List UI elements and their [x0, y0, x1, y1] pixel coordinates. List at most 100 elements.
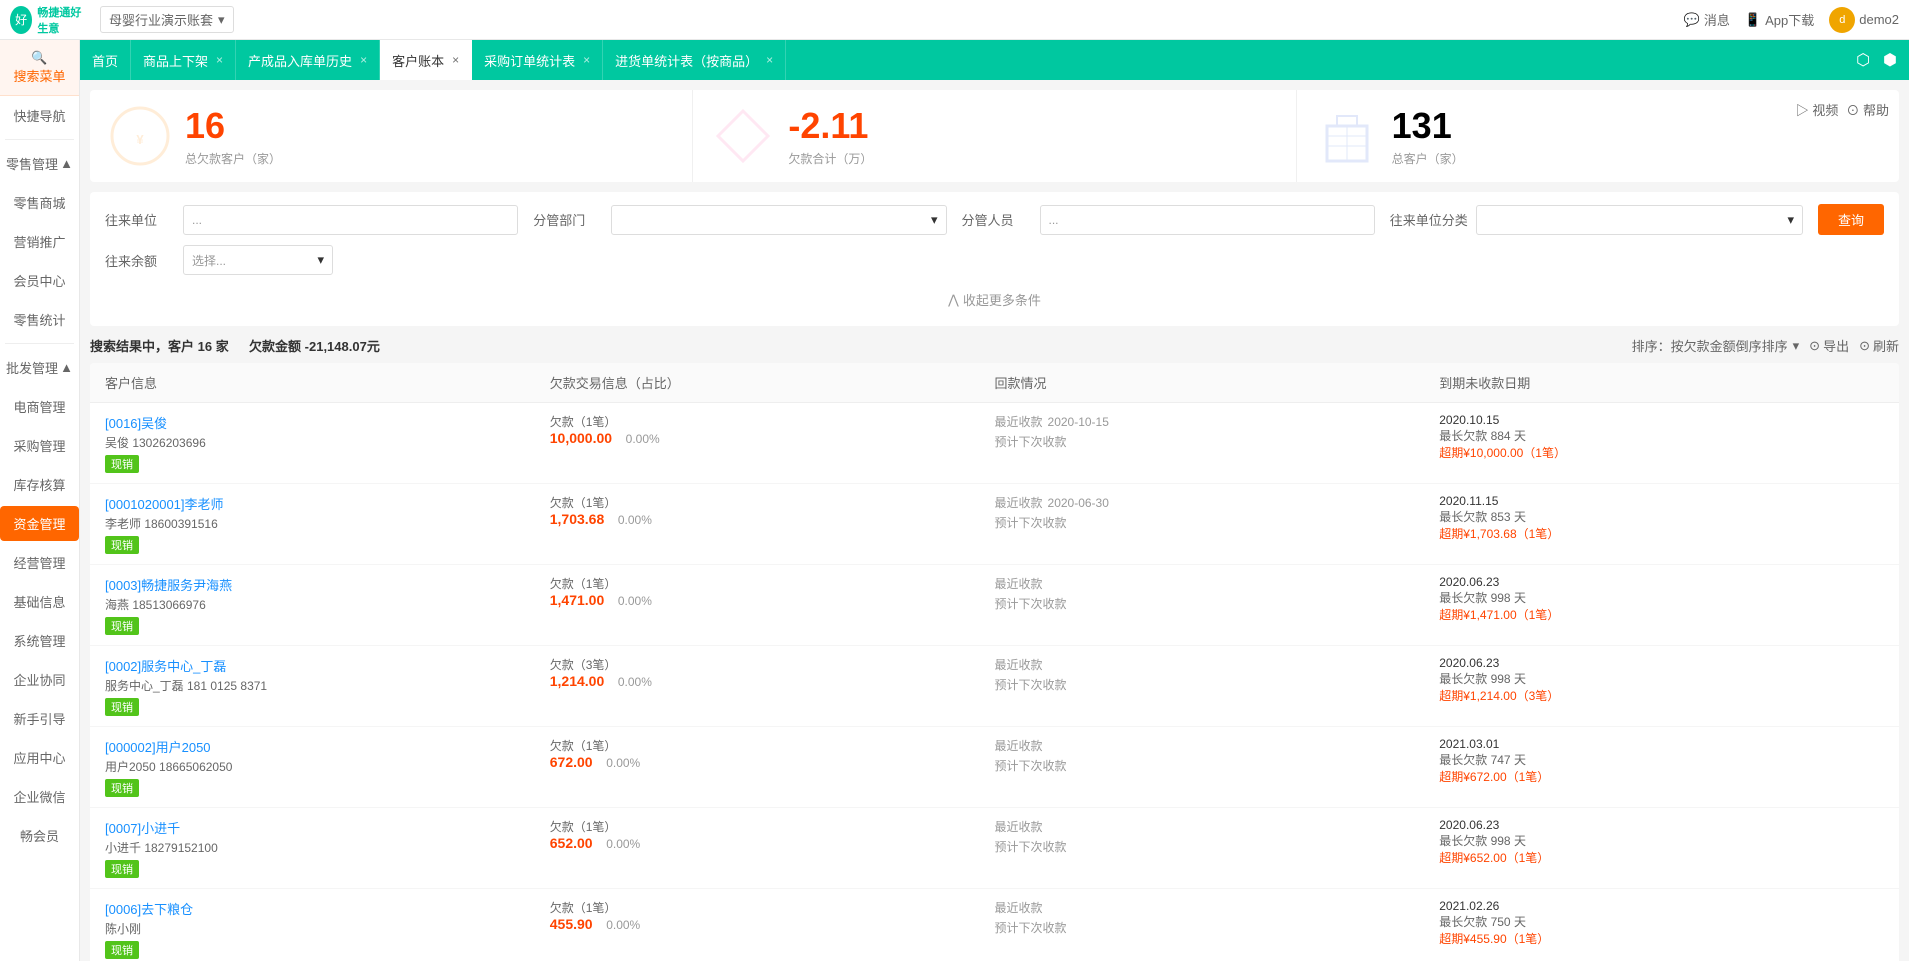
customer-name[interactable]: [0006]去下粮仓 — [105, 899, 550, 918]
customer-info-cell: [0007]小进千 小进千 18279152100 现销 — [105, 818, 550, 878]
tab-collapse-button[interactable]: ⬡ — [1852, 48, 1874, 72]
table-row: [0003]畅捷服务尹海燕 海燕 18513066976 现销 欠款（1笔） 1… — [90, 565, 1899, 646]
overdue-days: 最长欠款 853 天 — [1439, 508, 1884, 525]
return-status-cell: 最近收款 预计下次收款 — [995, 737, 1440, 774]
sidebar-item-label: 零售管理 — [6, 154, 58, 173]
sidebar-item-system[interactable]: 系统管理 — [0, 623, 79, 658]
debt-info-cell: 欠款（3笔） 1,214.00 0.00% — [550, 656, 995, 689]
sidebar-item-quick-nav[interactable]: 快捷导航 — [0, 98, 79, 133]
tab-home[interactable]: 首页 — [80, 40, 131, 80]
debt-amount: 1,214.00 — [550, 673, 605, 689]
message-button[interactable]: 💬 消息 — [1684, 10, 1730, 29]
customer-name[interactable]: [000002]用户2050 — [105, 737, 550, 756]
dept-label: 分管部门 — [533, 210, 603, 229]
last-payment-label: 最近收款 — [995, 737, 1043, 754]
refresh-button[interactable]: ⊙ 刷新 — [1859, 336, 1899, 355]
results-info: 搜索结果中，客户 16 家 欠款金额 -21,148.07元 — [90, 336, 380, 355]
tab-inbound-stats[interactable]: 进货单统计表（按商品） × — [603, 40, 786, 80]
video-label: 视频 — [1812, 103, 1838, 118]
close-icon[interactable]: × — [583, 53, 590, 67]
sidebar-item-newbie-guide[interactable]: 新手引导 — [0, 701, 79, 736]
sidebar-item-ecommerce[interactable]: 电商管理 — [0, 389, 79, 424]
customer-info-cell: [0003]畅捷服务尹海燕 海燕 18513066976 现销 — [105, 575, 550, 635]
export-button[interactable]: ⊙ 导出 — [1809, 336, 1849, 355]
sidebar-item-enterprise-collab[interactable]: 企业协同 — [0, 662, 79, 697]
overdue-amount[interactable]: 超期¥1,703.68（1笔） — [1439, 525, 1884, 542]
logo-icon: 好 — [10, 6, 32, 34]
debt-amount: -21,148.07元 — [305, 339, 380, 354]
sidebar-item-label: 采购管理 — [13, 439, 65, 454]
sidebar-item-label: 会员中心 — [13, 274, 65, 289]
sidebar-item-wholesale-mgmt[interactable]: 批发管理 ▲ — [0, 350, 79, 385]
dept-select[interactable]: ▾ — [611, 205, 946, 235]
sidebar: 🔍 搜索菜单 快捷导航 零售管理 ▲ 零售商城 营销推广 会员中心 零售统计 — [0, 40, 80, 961]
sidebar-item-member-center[interactable]: 会员中心 — [0, 263, 79, 298]
sidebar-item-finance[interactable]: 资金管理 — [0, 506, 79, 541]
sidebar-item-purchase[interactable]: 采购管理 — [0, 428, 79, 463]
refresh-label: 刷新 — [1873, 336, 1899, 355]
help-link[interactable]: ⊙ 帮助 — [1846, 100, 1889, 119]
next-payment-label: 预计下次收款 — [995, 514, 1440, 531]
video-link[interactable]: ▷ 视频 — [1796, 100, 1839, 119]
overdue-days: 最长欠款 750 天 — [1439, 913, 1884, 930]
close-icon[interactable]: × — [766, 53, 773, 67]
customer-name[interactable]: [0001020001]李老师 — [105, 494, 550, 513]
sidebar-search[interactable]: 🔍 搜索菜单 — [0, 40, 79, 96]
sidebar-item-wechat[interactable]: 企业微信 — [0, 779, 79, 814]
overdue-amount[interactable]: 超期¥1,471.00（1笔） — [1439, 606, 1884, 623]
tab-expand-button[interactable]: ⬢ — [1879, 48, 1901, 72]
overdue-amount[interactable]: 超期¥672.00（1笔） — [1439, 768, 1884, 785]
app-download-button[interactable]: 📱 App下载 — [1745, 10, 1814, 29]
sidebar-item-inventory[interactable]: 库存核算 — [0, 467, 79, 502]
sidebar-item-retail-mgmt[interactable]: 零售管理 ▲ — [0, 146, 79, 181]
due-date: 2021.03.01 — [1439, 737, 1884, 751]
debt-customers-label: 总欠款客户（家） — [185, 150, 672, 167]
customer-name[interactable]: [0007]小进千 — [105, 818, 550, 837]
sidebar-item-app-center[interactable]: 应用中心 — [0, 740, 79, 775]
export-icon: ⊙ — [1809, 338, 1820, 354]
tab-purchase-stats[interactable]: 采购订单统计表 × — [472, 40, 603, 80]
help-label: 帮助 — [1863, 103, 1889, 118]
unit-type-select[interactable]: ▾ — [1476, 205, 1803, 235]
sidebar-item-label: 电商管理 — [13, 400, 65, 415]
balance-select[interactable]: 选择... ▾ — [183, 245, 333, 275]
close-icon[interactable]: × — [452, 53, 459, 67]
sidebar-item-operations[interactable]: 经营管理 — [0, 545, 79, 580]
overdue-amount[interactable]: 超期¥455.90（1笔） — [1439, 930, 1884, 947]
close-icon[interactable]: × — [216, 53, 223, 67]
tenant-selector[interactable]: 母婴行业演示账套 ▾ — [100, 6, 234, 33]
tab-product-onoff[interactable]: 商品上下架 × — [131, 40, 236, 80]
debt-amount-label: 欠款合计（万） — [788, 150, 1275, 167]
sidebar-item-vip-member[interactable]: 畅会员 — [0, 818, 79, 853]
customer-name[interactable]: [0003]畅捷服务尹海燕 — [105, 575, 550, 594]
overdue-amount[interactable]: 超期¥10,000.00（1笔） — [1439, 444, 1884, 461]
table-header: 客户信息 欠款交易信息（占比） 回款情况 到期未收款日期 — [90, 363, 1899, 403]
return-status-cell: 最近收款 预计下次收款 — [995, 656, 1440, 693]
refresh-icon: ⊙ — [1859, 338, 1870, 354]
overdue-amount[interactable]: 超期¥1,214.00（3笔） — [1439, 687, 1884, 704]
overdue-amount[interactable]: 超期¥652.00（1笔） — [1439, 849, 1884, 866]
tab-finished-goods[interactable]: 产成品入库单历史 × — [236, 40, 380, 80]
debt-count: 欠款（1笔） — [550, 575, 995, 592]
next-payment-label: 预计下次收款 — [995, 838, 1440, 855]
sidebar-item-retail-mall[interactable]: 零售商城 — [0, 185, 79, 220]
customer-name[interactable]: [0002]服务中心_丁磊 — [105, 656, 550, 675]
sort-selector[interactable]: 排序：按欠款金额倒序排序 ▾ — [1632, 336, 1800, 355]
from-unit-input[interactable]: ... — [183, 205, 518, 235]
next-payment-label: 预计下次收款 — [995, 757, 1440, 774]
person-input[interactable]: ... — [1040, 205, 1375, 235]
tab-customer-ledger[interactable]: 客户账本 × — [380, 40, 472, 80]
customer-name[interactable]: [0016]吴俊 — [105, 413, 550, 432]
overdue-days: 最长欠款 884 天 — [1439, 427, 1884, 444]
collapse-button[interactable]: ⋀ 收起更多条件 — [943, 285, 1046, 314]
sidebar-item-label: 应用中心 — [13, 751, 65, 766]
sidebar-item-basic-info[interactable]: 基础信息 — [0, 584, 79, 619]
sidebar-item-marketing[interactable]: 营销推广 — [0, 224, 79, 259]
close-icon[interactable]: × — [360, 53, 367, 67]
user-menu[interactable]: d demo2 — [1829, 7, 1899, 33]
search-button[interactable]: 查询 — [1818, 204, 1884, 235]
sidebar-item-label: 快捷导航 — [5, 106, 74, 125]
customer-info-cell: [0016]吴俊 吴俊 13026203696 现销 — [105, 413, 550, 473]
sidebar-item-retail-stats[interactable]: 零售统计 — [0, 302, 79, 337]
results-prefix: 搜索结果中，客户 — [90, 339, 194, 354]
